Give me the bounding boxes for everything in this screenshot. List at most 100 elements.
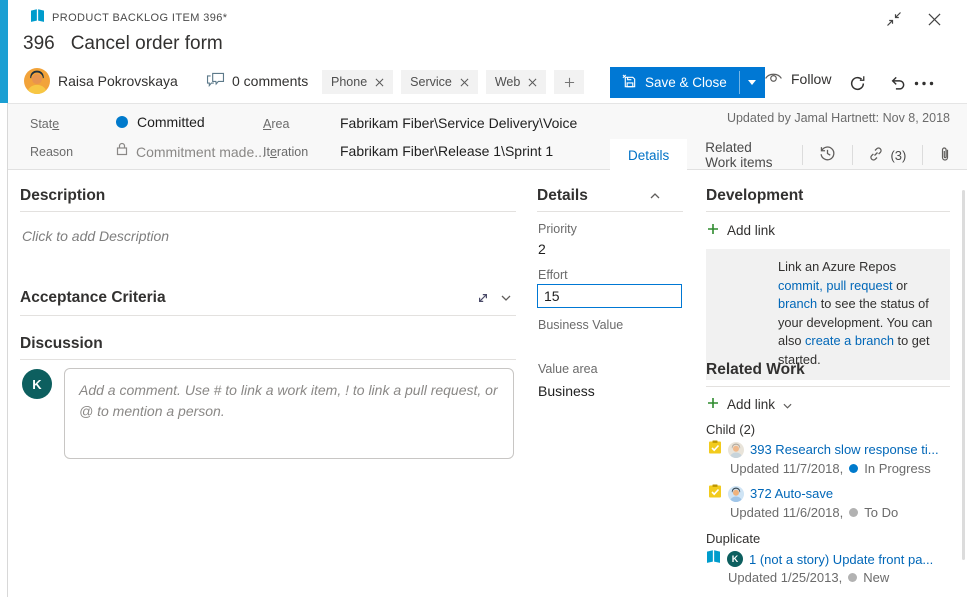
product-backlog-item-icon	[30, 9, 45, 27]
current-user-avatar: K	[22, 369, 52, 399]
save-and-close-button[interactable]: Save & Close	[610, 67, 739, 98]
restore-window-icon[interactable]	[884, 9, 904, 29]
tab-attachments[interactable]	[923, 139, 967, 171]
tag-pill[interactable]: Web	[486, 70, 546, 94]
chevron-down-icon[interactable]	[499, 292, 513, 304]
refresh-icon[interactable]	[846, 72, 868, 94]
comment-input[interactable]	[65, 369, 513, 458]
create-branch-link[interactable]: create a branch	[805, 333, 894, 348]
work-item-link[interactable]: 393 Research slow response ti...	[750, 442, 939, 457]
priority-value[interactable]: 2	[538, 241, 546, 257]
effort-input[interactable]	[537, 284, 682, 308]
avatar	[728, 442, 744, 458]
work-item-meta: Updated 11/7/2018, In Progress	[730, 461, 931, 476]
description-heading: Description	[20, 187, 105, 205]
area-value[interactable]: Fabrikam Fiber\Service Delivery\Voice	[340, 115, 577, 131]
state-text: To Do	[864, 505, 898, 520]
lock-icon	[116, 142, 128, 161]
related-work-add-link-button[interactable]: Add link	[707, 397, 792, 412]
tab-history[interactable]	[803, 139, 852, 171]
add-icon	[707, 397, 719, 412]
work-item-id: 396	[23, 33, 55, 55]
undo-icon[interactable]	[886, 72, 908, 94]
area-label: Area	[263, 117, 289, 131]
state-dot-committed	[116, 116, 128, 128]
add-link-label: Add link	[727, 223, 775, 238]
comments-button[interactable]: 0 comments	[206, 72, 308, 90]
updated-text: Updated 1/25/2013,	[728, 570, 842, 585]
development-add-link-button[interactable]: Add link	[707, 223, 775, 238]
effort-label: Effort	[538, 268, 568, 282]
remove-tag-icon[interactable]	[375, 78, 384, 87]
assignee-name: Raisa Pokrovskaya	[58, 73, 178, 89]
related-work-heading: Related Work	[706, 361, 805, 379]
add-icon	[707, 223, 719, 238]
tag-list: Phone Service Web	[322, 70, 584, 94]
scrollbar[interactable]	[962, 190, 965, 560]
state-text: In Progress	[864, 461, 930, 476]
state-field[interactable]: Committed	[116, 114, 205, 130]
tag-pill[interactable]: Service	[401, 70, 478, 94]
attachment-icon	[939, 146, 951, 165]
description-placeholder[interactable]: Click to add Description	[22, 228, 169, 244]
acceptance-criteria-heading: Acceptance Criteria	[20, 289, 166, 307]
more-actions-icon[interactable]	[912, 76, 936, 90]
work-item-link[interactable]: 1 (not a story) Update front pa...	[749, 552, 933, 567]
divider	[537, 211, 683, 212]
updated-by-text: Updated by Jamal Hartnett: Nov 8, 2018	[727, 111, 950, 125]
branch-link[interactable]: branch	[778, 296, 817, 311]
divider	[706, 386, 950, 387]
value-area-value[interactable]: Business	[538, 383, 595, 399]
work-item-link[interactable]: 372 Auto-save	[750, 486, 833, 501]
tag-label: Web	[495, 75, 520, 89]
development-heading: Development	[706, 187, 803, 205]
reason-value: Commitment made...	[136, 144, 266, 160]
reason-field: Commitment made...	[116, 142, 266, 161]
assignee-field[interactable]: Raisa Pokrovskaya	[24, 68, 178, 94]
expand-icon[interactable]	[474, 289, 492, 307]
history-icon	[819, 145, 836, 165]
hint-text: or	[893, 278, 908, 293]
related-work-item: 372 Auto-save	[708, 484, 833, 503]
save-and-close-split-button: Save & Close	[610, 67, 765, 98]
tag-pill[interactable]: Phone	[322, 70, 393, 94]
product-backlog-item-icon	[706, 550, 721, 568]
save-options-dropdown[interactable]	[740, 67, 765, 98]
iteration-value[interactable]: Fabrikam Fiber\Release 1\Sprint 1	[340, 143, 553, 159]
work-item-title[interactable]: 396 Cancel order form	[23, 33, 223, 55]
hint-text: Link an Azure Repos	[778, 259, 896, 274]
follow-button[interactable]: Follow	[764, 71, 831, 87]
task-icon	[708, 440, 722, 459]
business-value-input[interactable]	[537, 336, 682, 358]
caret-down-icon	[748, 80, 756, 85]
remove-tag-icon[interactable]	[460, 78, 469, 87]
related-group-label: Child (2)	[706, 422, 755, 437]
commit-link[interactable]: commit,	[778, 278, 823, 293]
task-icon	[708, 484, 722, 503]
add-link-label: Add link	[727, 397, 775, 412]
tab-related-work-items[interactable]: Related Work items	[687, 139, 802, 171]
chevron-down-icon	[783, 397, 792, 412]
work-item-meta: Updated 1/25/2013, New	[728, 570, 889, 585]
state-dot-new	[848, 573, 857, 582]
save-icon	[622, 74, 637, 92]
state-dot-in-progress	[849, 464, 858, 473]
divider	[706, 211, 950, 212]
state-dot-to-do	[849, 508, 858, 517]
avatar	[728, 486, 744, 502]
iteration-label: Iteration	[263, 145, 308, 159]
state-text: New	[863, 570, 889, 585]
state-value: Committed	[137, 114, 205, 130]
pull-request-link[interactable]: pull request	[826, 278, 892, 293]
tab-details[interactable]: Details	[610, 139, 687, 171]
chevron-up-icon[interactable]	[648, 190, 662, 202]
discussion-heading: Discussion	[20, 335, 103, 353]
close-icon[interactable]	[924, 9, 944, 29]
priority-label: Priority	[538, 222, 577, 236]
add-tag-button[interactable]	[554, 70, 584, 94]
tab-strip: Details Related Work items (3)	[610, 139, 967, 171]
tab-links[interactable]: (3)	[852, 139, 922, 171]
work-item-meta: Updated 11/6/2018, To Do	[730, 505, 898, 520]
related-work-item: K 1 (not a story) Update front pa...	[706, 550, 933, 568]
remove-tag-icon[interactable]	[528, 78, 537, 87]
